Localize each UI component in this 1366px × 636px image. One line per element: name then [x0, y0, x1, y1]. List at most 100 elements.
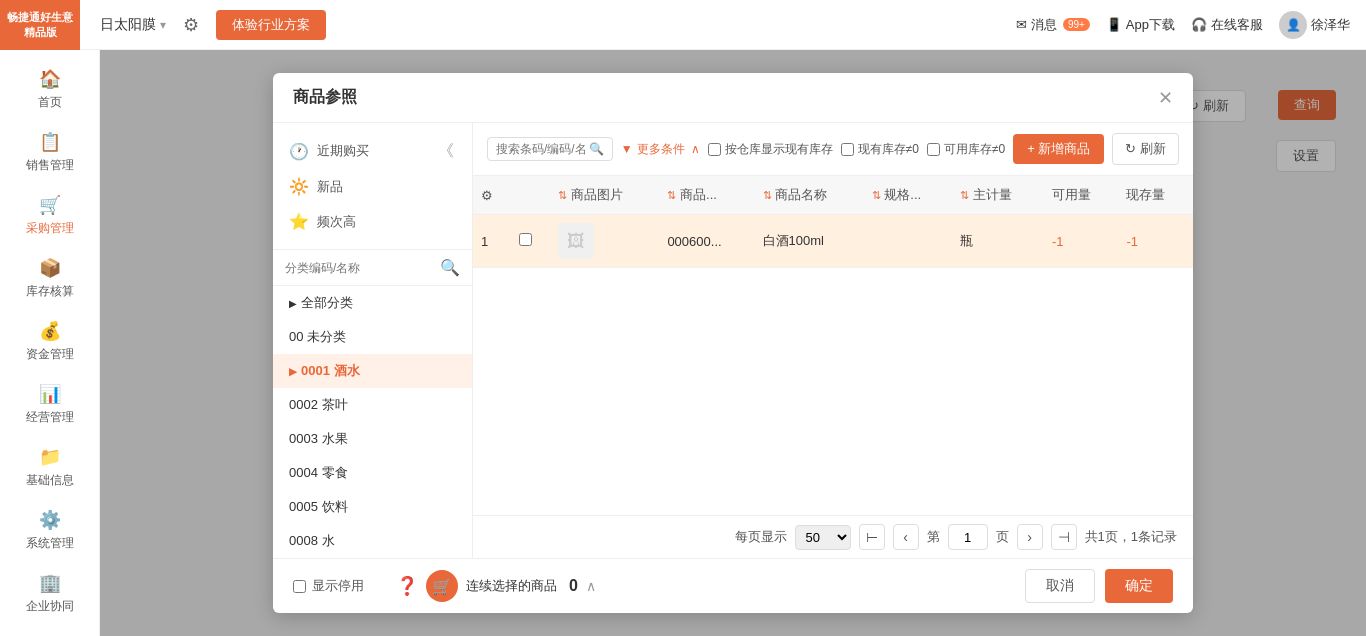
col-available: 可用量: [1044, 176, 1118, 215]
sidebar: 🏠 首页 📋 销售管理 🛒 采购管理 📦 库存核算 💰 资金管理 📊 经营管理 …: [0, 50, 100, 636]
store-selector[interactable]: 日太阳膜 ▾: [100, 16, 166, 34]
new-tab[interactable]: 🔆 新品: [273, 169, 472, 204]
table-row[interactable]: 1 🖼 000600... 白酒100ml 瓶: [473, 215, 1193, 268]
sidebar-item-system[interactable]: ⚙️ 系统管理: [5, 501, 95, 560]
recent-tab[interactable]: 🕐 近期购买 《: [273, 133, 472, 169]
modal-title: 商品参照: [293, 87, 357, 108]
cell-unit: 瓶: [952, 215, 1044, 268]
collapse-left-btn[interactable]: 《: [436, 141, 456, 161]
sidebar-item-guide[interactable]: 🎯 新手引导: [5, 627, 95, 636]
cart-icon: 🛒: [426, 570, 458, 602]
sidebar-item-finance[interactable]: 💰 资金管理: [5, 312, 95, 371]
footer-actions: 取消 确定: [1025, 569, 1173, 603]
sidebar-item-basic[interactable]: 📁 基础信息: [5, 438, 95, 497]
show-disabled-input[interactable]: [293, 580, 306, 593]
row-checkbox[interactable]: [519, 233, 532, 246]
category-all[interactable]: ▶ 全部分类: [273, 286, 472, 320]
home-icon: 🏠: [39, 68, 61, 90]
more-filter-btn[interactable]: ▼ 更多条件 ∧: [621, 141, 700, 158]
cell-image: 🖼: [550, 215, 659, 268]
category-0008[interactable]: 0008 水: [273, 524, 472, 558]
search-icon: 🔍: [589, 142, 604, 156]
category-0004[interactable]: 0004 零食: [273, 456, 472, 490]
sidebar-item-sales[interactable]: 📋 销售管理: [5, 123, 95, 182]
finance-icon: 💰: [39, 320, 61, 342]
show-disabled-checkbox[interactable]: 显示停用: [293, 577, 364, 595]
sidebar-item-home[interactable]: 🏠 首页: [5, 60, 95, 119]
sidebar-item-operations[interactable]: 📊 经营管理: [5, 375, 95, 434]
cell-stock: -1: [1118, 215, 1193, 268]
selected-label: 连续选择的商品: [466, 577, 557, 595]
product-table-wrap: ⚙ ⇅ 商品图片 ⇅ 商品... ⇅ 商品名称 ⇅ 规格... ⇅ 主计量 可用…: [473, 176, 1193, 515]
sidebar-item-enterprise[interactable]: 🏢 企业协同: [5, 564, 95, 623]
page-input[interactable]: [948, 524, 988, 550]
category-00[interactable]: 00 未分类: [273, 320, 472, 354]
cell-available: -1: [1044, 215, 1118, 268]
cell-check[interactable]: [511, 215, 550, 268]
col-name[interactable]: ⇅ 商品名称: [755, 176, 864, 215]
main-layout: 🏠 首页 📋 销售管理 🛒 采购管理 📦 库存核算 💰 资金管理 📊 经营管理 …: [0, 50, 1366, 636]
product-search-input[interactable]: [496, 142, 585, 156]
confirm-button[interactable]: 确定: [1105, 569, 1173, 603]
enterprise-icon: 🏢: [39, 572, 61, 594]
category-0001[interactable]: ▶ 0001 酒水: [273, 354, 472, 388]
service-btn[interactable]: 🎧 在线客服: [1191, 16, 1263, 34]
selected-cart-area[interactable]: ❓ 🛒 连续选择的商品 0 ∧: [396, 570, 596, 602]
first-page-btn[interactable]: ⊢: [859, 524, 885, 550]
cell-code: 000600...: [659, 215, 754, 268]
experience-btn[interactable]: 体验行业方案: [216, 10, 326, 40]
add-product-btn[interactable]: + 新增商品: [1013, 134, 1104, 164]
col-check: [511, 176, 550, 215]
cell-spec: [864, 215, 953, 268]
modal-overlay: 商品参照 ✕ 🕐 近期购买 《 �: [100, 50, 1366, 636]
col-code[interactable]: ⇅ 商品...: [659, 176, 754, 215]
user-menu[interactable]: 👤 徐泽华: [1279, 11, 1350, 39]
cancel-button[interactable]: 取消: [1025, 569, 1095, 603]
available-stock-input[interactable]: [841, 143, 854, 156]
collapse-footer-icon[interactable]: ∧: [586, 578, 596, 594]
col-image[interactable]: ⇅ 商品图片: [550, 176, 659, 215]
col-settings[interactable]: ⚙: [473, 176, 511, 215]
sidebar-item-inventory[interactable]: 📦 库存核算: [5, 249, 95, 308]
col-spec[interactable]: ⇅ 规格...: [864, 176, 953, 215]
clock-icon: 🕐: [289, 142, 309, 161]
logo: 畅捷通好生意 精品版: [0, 0, 80, 50]
col-stock: 现存量: [1118, 176, 1193, 215]
modal-right-panel: 🔍 ▼ 更多条件 ∧ 按仓库显示现有库存: [473, 123, 1193, 558]
per-page-select[interactable]: 50 20 100: [795, 525, 851, 550]
frequent-tab[interactable]: ⭐ 频次高: [273, 204, 472, 239]
category-0003[interactable]: 0003 水果: [273, 422, 472, 456]
available-stock-checkbox[interactable]: 现有库存≠0: [841, 141, 919, 158]
navbar-right: ✉ 消息 99+ 📱 App下载 🎧 在线客服 👤 徐泽华: [1016, 11, 1350, 39]
col-unit[interactable]: ⇅ 主计量: [952, 176, 1044, 215]
cell-no: 1: [473, 215, 511, 268]
sidebar-item-purchase[interactable]: 🛒 采购管理: [5, 186, 95, 245]
message-btn[interactable]: ✉ 消息 99+: [1016, 16, 1090, 34]
modal-header: 商品参照 ✕: [273, 73, 1193, 123]
usable-stock-input[interactable]: [927, 143, 940, 156]
usable-stock-checkbox[interactable]: 可用库存≠0: [927, 141, 1005, 158]
warehouse-display-checkbox[interactable]: 按仓库显示现有库存: [708, 141, 833, 158]
next-page-btn[interactable]: ›: [1017, 524, 1043, 550]
left-tabs: 🕐 近期购买 《 🔆 新品 ⭐ 频次高: [273, 123, 472, 250]
chevron-down-icon: ▾: [160, 18, 166, 32]
expand-icon: ▶: [289, 298, 297, 309]
refresh-btn[interactable]: ↻ 刷新: [1112, 133, 1179, 165]
product-search-box: 🔍: [487, 137, 613, 161]
app-download-btn[interactable]: 📱 App下载: [1106, 16, 1175, 34]
category-0005[interactable]: 0005 饮料: [273, 490, 472, 524]
warehouse-checkbox-input[interactable]: [708, 143, 721, 156]
category-search-input[interactable]: [285, 261, 440, 275]
category-list: ▶ 全部分类 00 未分类 ▶ 0001 酒水 0002 茶: [273, 286, 472, 558]
modal-left-panel: 🕐 近期购买 《 🔆 新品 ⭐ 频次高: [273, 123, 473, 558]
category-0002[interactable]: 0002 茶叶: [273, 388, 472, 422]
last-page-btn[interactable]: ⊣: [1051, 524, 1077, 550]
product-thumbnail: 🖼: [558, 223, 594, 259]
settings-icon[interactable]: ⚙: [176, 10, 206, 40]
prev-page-btn[interactable]: ‹: [893, 524, 919, 550]
sort-icon: ⇅: [763, 189, 772, 201]
search-icon: 🔍: [440, 258, 460, 277]
logo-text: 畅捷通好生意 精品版: [7, 10, 73, 39]
modal-close-button[interactable]: ✕: [1158, 89, 1173, 107]
inventory-icon: 📦: [39, 257, 61, 279]
